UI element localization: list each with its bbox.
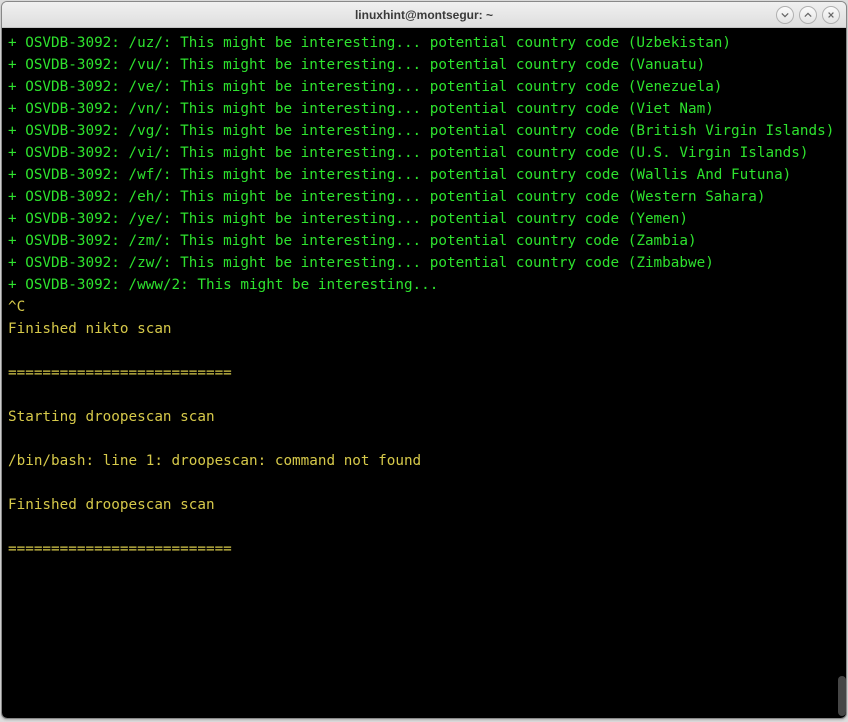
scan-output-line: + OSVDB-3092: /uz/: This might be intere…	[8, 35, 731, 51]
scrollbar[interactable]	[836, 26, 848, 720]
scan-output-line: + OSVDB-3092: /eh/: This might be intere…	[8, 189, 765, 205]
scan-output-line: + OSVDB-3092: /zm/: This might be intere…	[8, 233, 697, 249]
scan-output-line: + OSVDB-3092: /zw/: This might be intere…	[8, 255, 714, 271]
scan-output-line: + OSVDB-3092: /ve/: This might be intere…	[8, 79, 722, 95]
droopescan-finished-text: Finished droopescan scan	[8, 497, 215, 513]
droopescan-error-text: /bin/bash: line 1: droopescan: command n…	[8, 453, 421, 469]
terminal-window: linuxhint@montsegur: ~ + OSVDB-3092: /uz…	[1, 1, 847, 719]
terminal-content[interactable]: + OSVDB-3092: /uz/: This might be intere…	[2, 28, 846, 718]
titlebar: linuxhint@montsegur: ~	[2, 2, 846, 28]
scan-output-line: + OSVDB-3092: /vn/: This might be intere…	[8, 101, 714, 117]
nikto-finished-text: Finished nikto scan	[8, 321, 172, 337]
minimize-button[interactable]	[776, 6, 794, 24]
scan-output-line: + OSVDB-3092: /wf/: This might be intere…	[8, 167, 791, 183]
close-button[interactable]	[822, 6, 840, 24]
scan-output-line: + OSVDB-3092: /www/2: This might be inte…	[8, 277, 438, 293]
separator-text: ==========================	[8, 365, 232, 381]
interrupt-signal: ^C	[8, 299, 25, 315]
window-buttons	[776, 6, 840, 24]
scrollbar-thumb[interactable]	[838, 676, 846, 716]
scan-output-line: + OSVDB-3092: /ye/: This might be intere…	[8, 211, 688, 227]
droopescan-start-text: Starting droopescan scan	[8, 409, 215, 425]
scan-output-line: + OSVDB-3092: /vg/: This might be intere…	[8, 123, 834, 139]
maximize-button[interactable]	[799, 6, 817, 24]
scan-output-line: + OSVDB-3092: /vu/: This might be intere…	[8, 57, 705, 73]
scan-output-line: + OSVDB-3092: /vi/: This might be intere…	[8, 145, 809, 161]
separator-text: ==========================	[8, 541, 232, 557]
window-title: linuxhint@montsegur: ~	[355, 8, 493, 22]
